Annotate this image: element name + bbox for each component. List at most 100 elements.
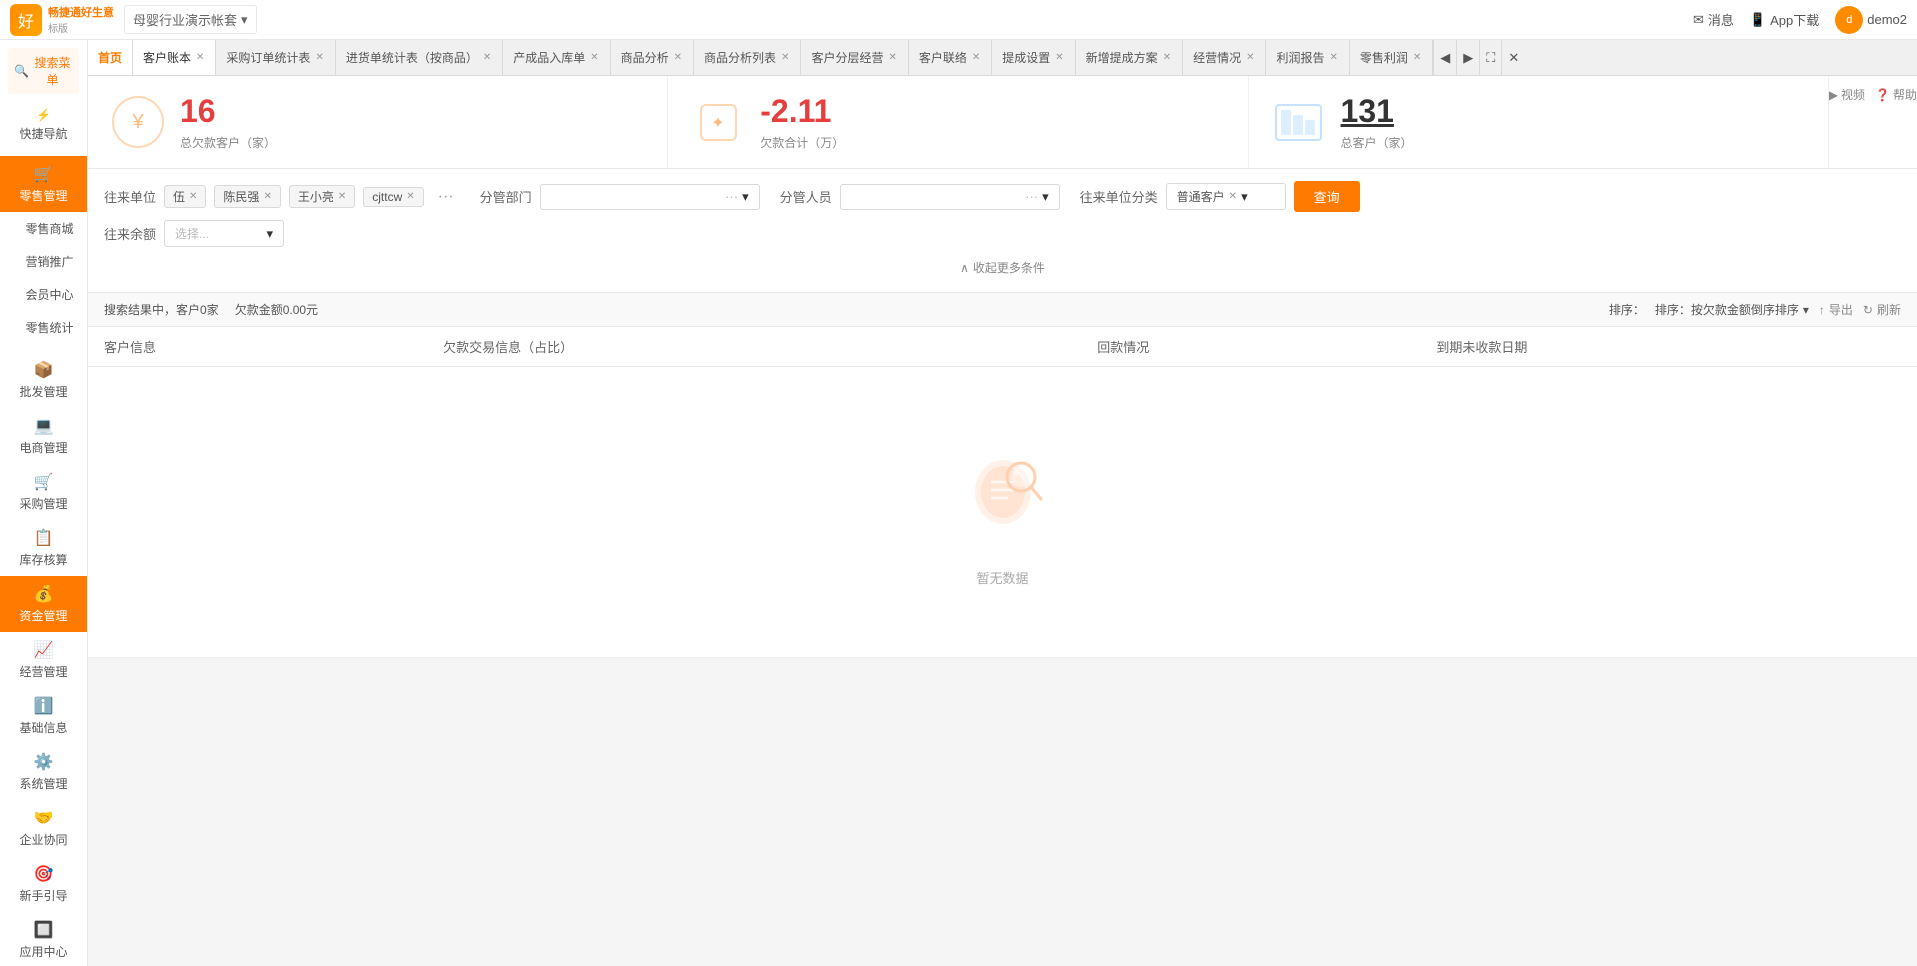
tab-close-new-tips-plan[interactable]: ✕ [1162, 51, 1172, 64]
tab-purchase-orders[interactable]: 采购订单统计表 ✕ [216, 40, 335, 76]
tab-close-retail-profit[interactable]: ✕ [1412, 51, 1422, 64]
results-bar: 搜索结果中，客户0家 欠款金额0.00元 排序： 排序：按欠款金额倒序排序 ▾ … [88, 293, 1917, 327]
filter-row-1: 往来单位 伍 ✕ 陈民强 ✕ 王小亮 ✕ [104, 181, 1901, 212]
tab-close-profit-report[interactable]: ✕ [1329, 51, 1339, 64]
search-icon: 🔍 [14, 64, 29, 78]
person-filter-dropdown[interactable]: ··· ▾ [840, 184, 1060, 210]
svg-text:✦: ✦ [711, 115, 724, 132]
tab-goods-analysis-list[interactable]: 商品分析列表 ✕ [694, 40, 801, 76]
tab-goods-analysis[interactable]: 商品分析 ✕ [611, 40, 694, 76]
filter-tag-wang: 王小亮 ✕ [289, 185, 355, 208]
quick-nav-button[interactable]: ⚡ 快捷导航 [0, 102, 87, 148]
tab-nav-next[interactable]: ▶ [1456, 40, 1479, 76]
stat-number-debt: -2.11 [760, 93, 844, 130]
sort-dropdown[interactable]: 排序：按欠款金额倒序排序 ▾ [1655, 301, 1809, 318]
unit-cat-filter-dropdown[interactable]: 普通客户 ✕ ▾ [1166, 183, 1286, 210]
sidebar-item-inventory[interactable]: 📋 库存核算 [0, 520, 87, 576]
tab-new-tips-plan[interactable]: 新增提成方案 ✕ [1076, 40, 1183, 76]
tab-customers[interactable]: 客户账本 ✕ [133, 40, 216, 76]
sidebar-item-app-center[interactable]: 🔲 应用中心 [0, 912, 87, 966]
tab-profit-report[interactable]: 利润报告 ✕ [1266, 40, 1349, 76]
balance-dropdown-value: 选择... [175, 225, 262, 242]
chevron-down-icon: ▾ [241, 12, 248, 28]
industry-dropdown[interactable]: 母婴行业演示帐套 ▾ [124, 5, 257, 34]
stat-number-total: 131 [1341, 93, 1413, 130]
tab-retail-profit[interactable]: 零售利润 ✕ [1350, 40, 1433, 76]
message-icon: ✉ [1693, 12, 1704, 28]
sidebar-item-finance[interactable]: 💰 资金管理 [0, 576, 87, 632]
sidebar-item-enterprise-collab[interactable]: 🤝 企业协同 [0, 800, 87, 856]
search-menu-button[interactable]: 🔍 搜索菜单 [8, 48, 79, 94]
tab-customer-tier[interactable]: 客户分层经营 ✕ [801, 40, 908, 76]
dept-filter-dropdown[interactable]: ··· ▾ [540, 184, 760, 210]
query-button[interactable]: 查询 [1294, 181, 1360, 212]
sidebar-item-retail-stats[interactable]: 零售统计 [0, 311, 87, 344]
sidebar-item-retail-mgmt[interactable]: 🛒 零售管理 [0, 156, 87, 212]
unit-cat-chevron: ▾ [1241, 189, 1248, 205]
messages-button[interactable]: ✉ 消息 [1693, 10, 1734, 29]
sidebar-item-retail-mall[interactable]: 零售商城 [0, 212, 87, 245]
tab-close-customers[interactable]: ✕ [195, 51, 205, 64]
sidebar-item-ecommerce[interactable]: 💻 电商管理 [0, 408, 87, 464]
stat-icon-total [1269, 92, 1329, 152]
help-link[interactable]: ❓ 帮助 [1875, 86, 1917, 103]
sidebar-item-marketing[interactable]: 营销推广 [0, 245, 87, 278]
tab-nav-prev[interactable]: ◀ [1433, 40, 1456, 76]
export-icon: ↑ [1819, 303, 1825, 317]
tab-close-stock-stats[interactable]: ✕ [482, 51, 492, 64]
data-table: 客户信息 欠款交易信息（占比） 回款情况 到期未收款日期 [88, 327, 1917, 658]
finance-icon: 💰 [34, 584, 54, 604]
filter-tag-chen-close[interactable]: ✕ [263, 191, 271, 202]
filter-tag-wang-close[interactable]: ✕ [338, 191, 346, 202]
tab-close-customer-tier[interactable]: ✕ [887, 51, 897, 64]
sidebar-item-purchase[interactable]: 🛒 采购管理 [0, 464, 87, 520]
filter-tag-wu: 伍 ✕ [164, 185, 206, 208]
user-profile[interactable]: d demo2 [1835, 6, 1907, 34]
person-more-icon: ··· [1025, 189, 1038, 204]
video-link[interactable]: ▶ 视频 [1829, 86, 1865, 103]
col-debt-trade-info: 欠款交易信息（占比） [427, 327, 1081, 367]
filter-tag-chen: 陈民强 ✕ [214, 185, 280, 208]
refresh-button[interactable]: ↻ 刷新 [1863, 301, 1901, 318]
tab-operations[interactable]: 经营情况 ✕ [1183, 40, 1266, 76]
tab-home[interactable]: 首页 [88, 40, 133, 76]
debt-amount: 欠款金额0.00元 [235, 301, 318, 318]
tab-close-operations[interactable]: ✕ [1245, 51, 1255, 64]
tab-tips-settings[interactable]: 提成设置 ✕ [992, 40, 1075, 76]
purchase-icon: 🛒 [34, 472, 54, 492]
export-button[interactable]: ↑ 导出 [1819, 301, 1853, 318]
tab-cost-in[interactable]: 产成品入库单 ✕ [503, 40, 610, 76]
tab-close-customer-contact[interactable]: ✕ [971, 51, 981, 64]
tab-close-cost-in[interactable]: ✕ [589, 51, 599, 64]
sidebar-item-wholesale[interactable]: 📦 批发管理 [0, 352, 87, 408]
sidebar-item-basic-info[interactable]: ℹ️ 基础信息 [0, 688, 87, 744]
collapse-button[interactable]: ∧ 收起更多条件 [104, 255, 1901, 280]
tab-close-purchase-orders[interactable]: ✕ [314, 51, 324, 64]
sidebar-item-operations-mgmt[interactable]: 📈 经营管理 [0, 632, 87, 688]
unit-cat-tag-close[interactable]: ✕ [1229, 191, 1237, 202]
tab-close-goods-analysis[interactable]: ✕ [673, 51, 683, 64]
sidebar-item-new-guide[interactable]: 🎯 新手引导 [0, 856, 87, 912]
sidebar-item-member-center[interactable]: 会员中心 [0, 278, 87, 311]
filter-row-2: 往来余额 选择... ▾ [104, 220, 1901, 247]
tab-close-tips-settings[interactable]: ✕ [1054, 51, 1064, 64]
filter-tag-cjttcw-close[interactable]: ✕ [406, 191, 414, 202]
tab-stock-stats[interactable]: 进货单统计表（按商品） ✕ [336, 40, 503, 76]
filter-more-tags[interactable]: ··· [432, 186, 460, 208]
tab-customer-contact[interactable]: 客户联络 ✕ [909, 40, 992, 76]
collab-icon: 🤝 [34, 808, 54, 828]
sidebar-item-system[interactable]: ⚙️ 系统管理 [0, 744, 87, 800]
app-download-button[interactable]: 📱 App下载 [1750, 10, 1819, 29]
table-header-row: 客户信息 欠款交易信息（占比） 回款情况 到期未收款日期 [88, 327, 1917, 367]
stats-bar: ¥ 16 总欠款客户（家） ✦ [88, 76, 1917, 169]
unit-cat-tag: 普通客户 ✕ [1177, 188, 1237, 205]
balance-filter-dropdown[interactable]: 选择... ▾ [164, 220, 284, 247]
filter-tag-wu-close[interactable]: ✕ [189, 191, 197, 202]
tab-close-goods-analysis-list[interactable]: ✕ [780, 51, 790, 64]
tab-bar: 首页 客户账本 ✕ 采购订单统计表 ✕ 进货单统计表（按商品） ✕ 产成品入库单… [88, 40, 1917, 76]
basic-info-icon: ℹ️ [34, 696, 54, 716]
tab-nav-close-all[interactable]: ✕ [1501, 40, 1525, 76]
dept-more-icon: ··· [725, 189, 738, 204]
stat-card-debt: ✦ -2.11 欠款合计（万） [668, 76, 1248, 168]
tab-nav-maximize[interactable]: ⛶ [1479, 40, 1501, 76]
